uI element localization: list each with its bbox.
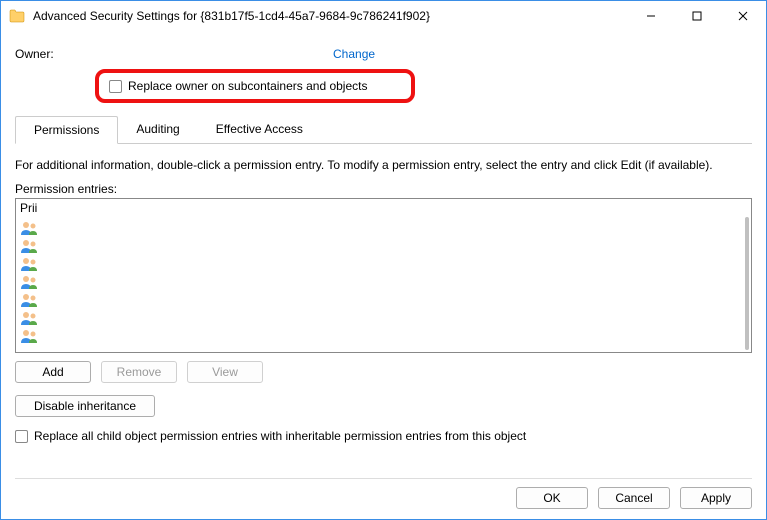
list-item[interactable]: [20, 219, 747, 237]
tab-auditing[interactable]: Auditing: [118, 116, 197, 144]
replace-owner-label: Replace owner on subcontainers and objec…: [128, 79, 367, 93]
people-icon: [20, 328, 40, 344]
highlight-annotation: Replace owner on subcontainers and objec…: [95, 69, 415, 103]
ok-button[interactable]: OK: [516, 487, 588, 509]
tabs: Permissions Auditing Effective Access: [15, 115, 752, 144]
people-icon: [20, 256, 40, 272]
window-title: Advanced Security Settings for {831b17f5…: [33, 9, 628, 23]
scrollbar[interactable]: [745, 217, 749, 350]
list-item[interactable]: [20, 309, 747, 327]
tab-permissions[interactable]: Permissions: [15, 116, 118, 144]
add-button[interactable]: Add: [15, 361, 91, 383]
apply-button[interactable]: Apply: [680, 487, 752, 509]
minimize-button[interactable]: [628, 1, 674, 31]
list-rows: [16, 217, 751, 347]
replace-all-checkbox[interactable]: [15, 430, 28, 443]
people-icon: [20, 292, 40, 308]
owner-label: Owner:: [15, 47, 335, 61]
people-icon: [20, 220, 40, 236]
list-item[interactable]: [20, 237, 747, 255]
permission-entries-list[interactable]: Prii: [15, 198, 752, 353]
list-column-header: Prii: [16, 199, 751, 217]
list-item[interactable]: [20, 255, 747, 273]
window-controls: [628, 1, 766, 31]
list-item[interactable]: [20, 291, 747, 309]
list-item[interactable]: [20, 273, 747, 291]
tab-effective-access[interactable]: Effective Access: [198, 116, 321, 144]
people-icon: [20, 238, 40, 254]
replace-all-label: Replace all child object permission entr…: [34, 429, 526, 443]
disable-inheritance-button[interactable]: Disable inheritance: [15, 395, 155, 417]
close-button[interactable]: [720, 1, 766, 31]
dialog-buttons: OK Cancel Apply: [15, 478, 752, 513]
info-text: For additional information, double-click…: [15, 158, 752, 172]
view-button[interactable]: View: [187, 361, 263, 383]
maximize-button[interactable]: [674, 1, 720, 31]
security-settings-window: Advanced Security Settings for {831b17f5…: [0, 0, 767, 520]
replace-all-row: Replace all child object permission entr…: [15, 429, 752, 443]
owner-row: Owner: Change: [15, 43, 752, 65]
permission-entries-label: Permission entries:: [15, 182, 752, 196]
cancel-button[interactable]: Cancel: [598, 487, 670, 509]
entry-buttons: Add Remove View: [15, 361, 752, 383]
list-item[interactable]: [20, 327, 747, 345]
people-icon: [20, 310, 40, 326]
change-owner-link[interactable]: Change: [333, 47, 375, 61]
title-bar: Advanced Security Settings for {831b17f5…: [1, 1, 766, 31]
content-area: Owner: Change Replace owner on subcontai…: [1, 31, 766, 519]
remove-button[interactable]: Remove: [101, 361, 177, 383]
folder-icon: [9, 9, 25, 23]
replace-owner-checkbox[interactable]: [109, 80, 122, 93]
people-icon: [20, 274, 40, 290]
